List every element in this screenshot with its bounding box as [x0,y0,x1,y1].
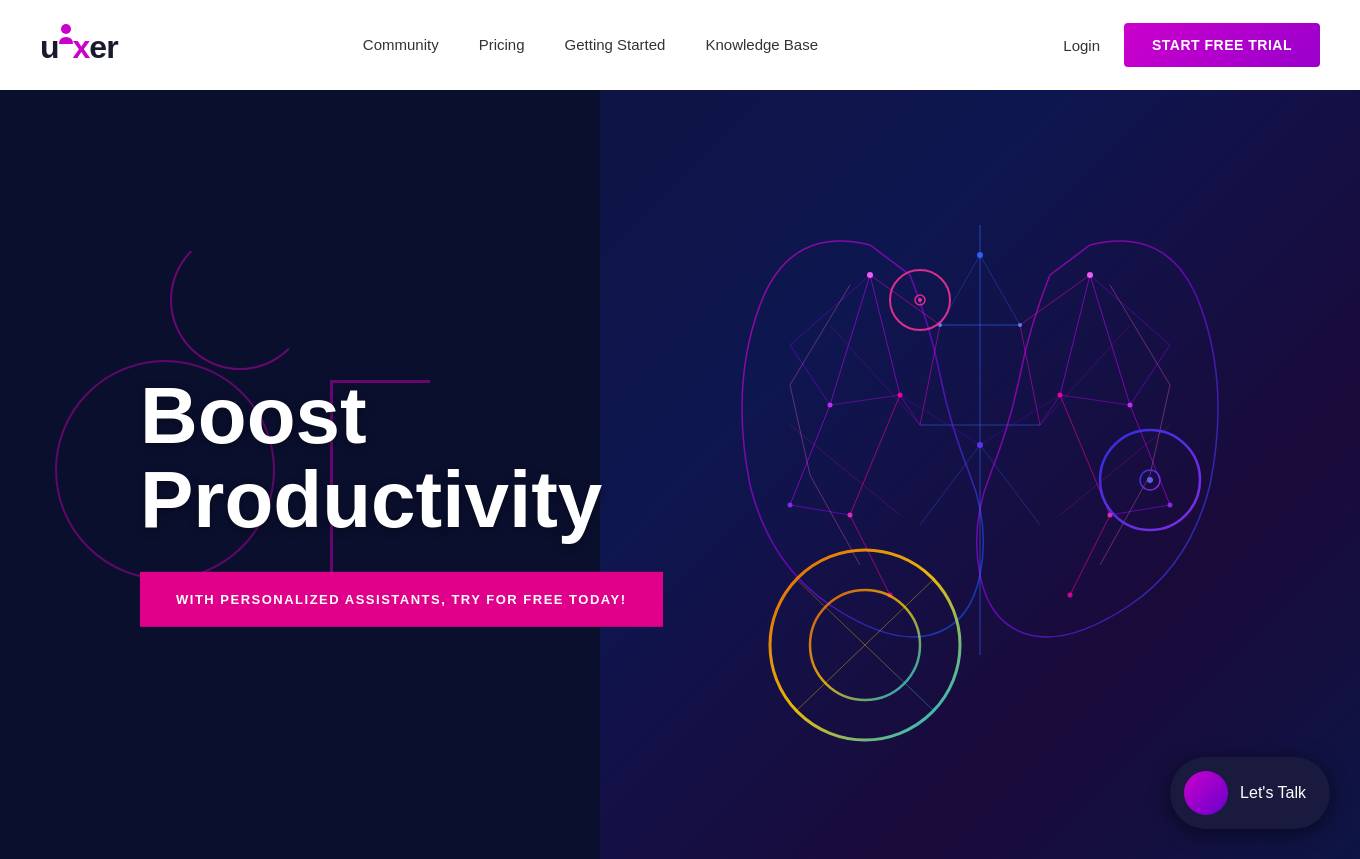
svg-point-50 [788,502,793,507]
svg-point-49 [1058,392,1063,397]
nav-link-getting-started[interactable]: Getting Started [565,36,666,53]
nav-link-pricing[interactable]: Pricing [479,36,525,53]
nav-item-community[interactable]: Community [363,36,439,54]
svg-line-3 [790,405,830,505]
nav-link-knowledge-base[interactable]: Knowledge Base [705,36,818,53]
start-trial-button[interactable]: START FREE TRIAL [1124,23,1320,67]
svg-point-47 [1128,402,1133,407]
svg-line-30 [790,425,900,515]
svg-line-6 [790,505,850,515]
svg-point-58 [977,442,983,448]
hero-title: Boost Productivity [140,373,663,541]
svg-line-29 [830,325,920,425]
logo-text: uxer [40,24,118,66]
svg-point-57 [1018,323,1022,327]
svg-line-34 [790,385,810,475]
svg-point-44 [867,272,873,278]
svg-point-71 [1147,477,1153,483]
svg-line-10 [900,395,920,425]
svg-line-28 [980,395,1060,445]
hero-title-line1: Boost [140,370,367,459]
svg-line-13 [1090,275,1130,405]
svg-line-17 [1070,515,1110,595]
svg-line-5 [850,515,890,595]
svg-line-43 [980,445,1040,525]
svg-point-68 [918,298,922,302]
hero-title-line2: Productivity [140,454,602,543]
chat-label: Let's Talk [1240,784,1306,802]
svg-point-59 [977,252,983,258]
svg-point-51 [1168,502,1173,507]
svg-line-31 [1040,325,1130,425]
nav-item-getting-started[interactable]: Getting Started [565,36,666,54]
nav-item-pricing[interactable]: Pricing [479,36,525,54]
svg-line-7 [830,395,900,405]
svg-line-42 [920,445,980,525]
svg-point-48 [898,392,903,397]
svg-point-52 [848,512,853,517]
svg-line-9 [920,325,940,425]
nav-link-community[interactable]: Community [363,36,439,53]
hero-visual [600,90,1360,859]
svg-line-22 [1040,395,1060,425]
svg-line-19 [1060,395,1130,405]
navbar: uxer Community Pricing Getting Started K… [0,0,1360,90]
svg-line-24 [1090,275,1170,345]
logo-x: x [73,29,90,65]
chat-avatar [1184,771,1228,815]
svg-line-27 [900,395,980,445]
svg-line-41 [980,255,1020,325]
nav-item-knowledge-base[interactable]: Knowledge Base [705,36,818,54]
svg-line-1 [830,275,870,405]
login-link[interactable]: Login [1063,37,1100,54]
nav-links: Community Pricing Getting Started Knowle… [363,36,818,54]
svg-line-21 [1020,325,1040,425]
deco-circle-small [170,230,310,370]
svg-line-18 [1110,505,1170,515]
hero-cta-button[interactable]: WITH PERSONALIZED ASSISTANTS, TRY FOR FR… [140,571,663,626]
hero-content: Boost Productivity WITH PERSONALIZED ASS… [140,373,663,626]
svg-line-4 [850,395,900,515]
svg-point-0 [61,24,71,34]
logo[interactable]: uxer [40,24,118,66]
svg-point-46 [828,402,833,407]
chat-bubble[interactable]: Let's Talk [1170,757,1330,829]
svg-point-45 [1087,272,1093,278]
hero-section: Boost Productivity WITH PERSONALIZED ASS… [0,90,1360,859]
nav-right: Login START FREE TRIAL [1063,23,1320,67]
brain-visualization [630,125,1330,825]
svg-point-55 [1068,592,1073,597]
svg-line-12 [790,275,870,345]
